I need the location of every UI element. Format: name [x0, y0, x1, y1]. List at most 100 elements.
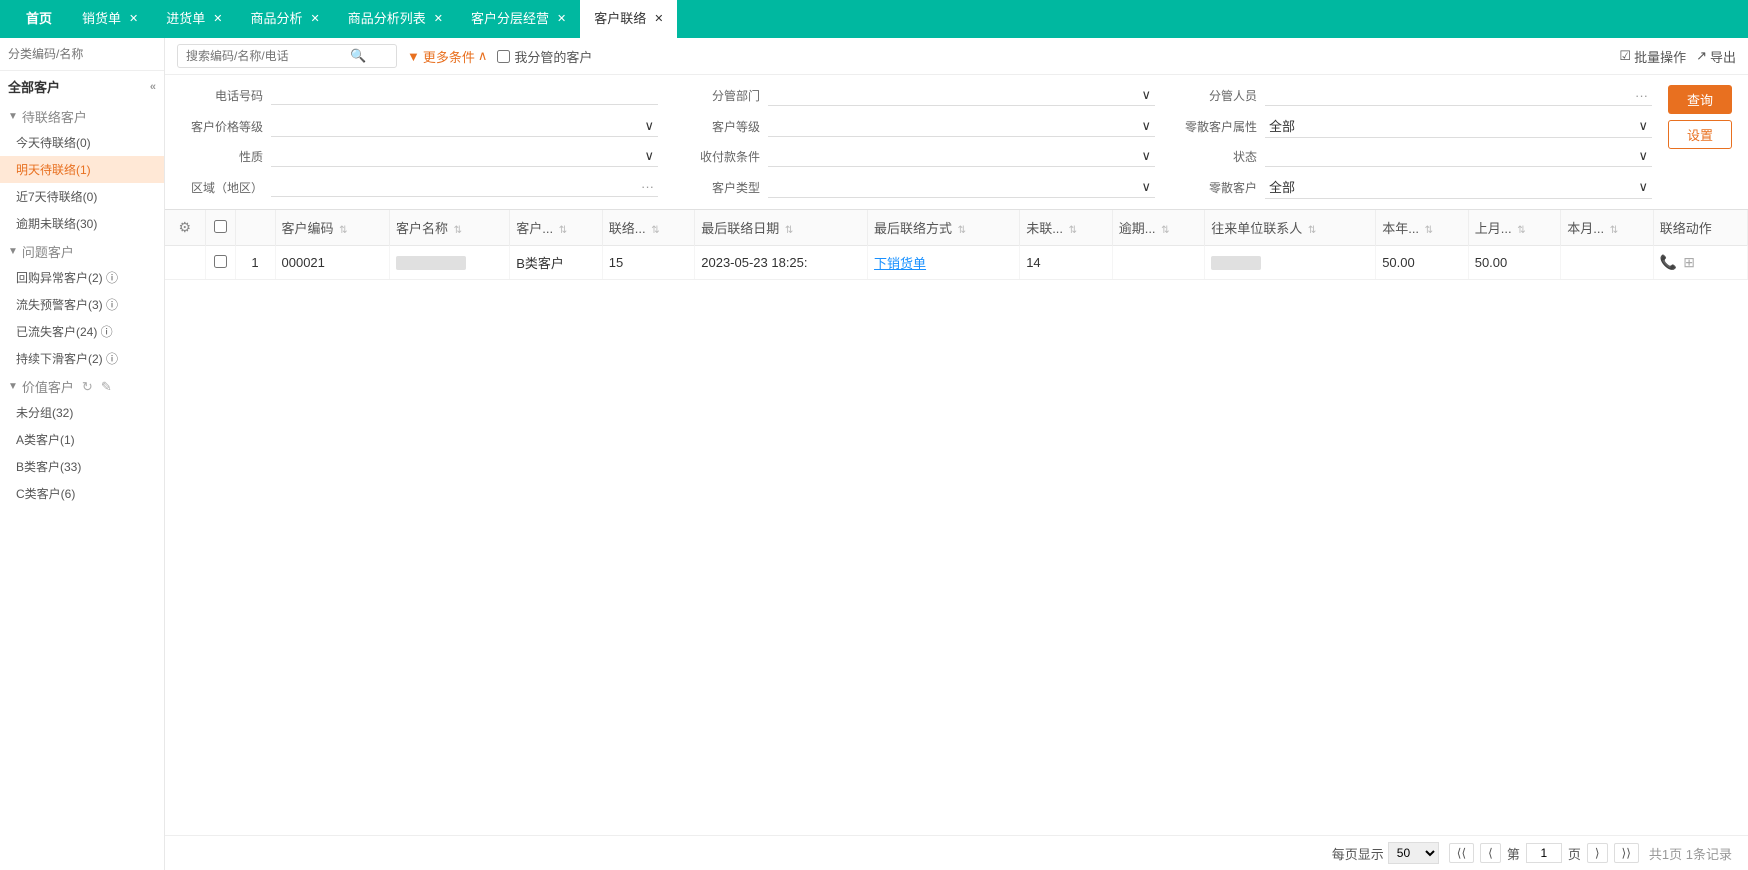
dept-chevron-icon: ∨ — [1141, 87, 1151, 103]
filter-phone-input[interactable] — [275, 88, 654, 102]
row-checkbox[interactable] — [214, 255, 227, 268]
prev-page-button[interactable]: ⟨ — [1480, 843, 1501, 863]
filter-status-select[interactable]: ∨ — [1265, 146, 1652, 167]
filter-payment-select[interactable]: ∨ — [768, 146, 1155, 167]
td-last-contact-method[interactable]: 下销货单 — [868, 246, 1020, 280]
filter-region-label: 区域（地区） — [181, 179, 271, 196]
query-button[interactable]: 查询 — [1668, 85, 1732, 114]
th-checkbox[interactable] — [205, 210, 235, 246]
filter-price-level-select[interactable]: ∨ — [271, 116, 658, 137]
filter-customer-type-select[interactable]: ∨ — [768, 177, 1155, 198]
per-page-select[interactable]: 50 100 200 — [1388, 842, 1439, 864]
sidebar-search-container: 🔍 — [0, 38, 164, 71]
my-customer-checkbox[interactable] — [497, 50, 510, 63]
nav-home[interactable]: 首页 — [10, 0, 68, 38]
last-page-button[interactable]: ⟩⟩ — [1614, 843, 1639, 863]
close-product-analysis-list-icon[interactable]: ✕ — [434, 0, 443, 38]
td-last-month: 50.00 — [1468, 246, 1561, 280]
last-date-sort-icon[interactable]: ⇅ — [785, 225, 793, 236]
td-unit-contacts — [1205, 246, 1376, 280]
td-last-contact-date: 2023-05-23 18:25: — [695, 246, 868, 280]
td-checkbox[interactable] — [205, 246, 235, 280]
batch-op-checkbox-icon: ☑ — [1619, 48, 1631, 64]
filter-nature-select[interactable]: ∨ — [271, 146, 658, 167]
settings-button[interactable]: 设置 — [1668, 120, 1732, 149]
close-purchase-icon[interactable]: ✕ — [213, 0, 222, 38]
filter-retail-attr: 零散客户属性 全部 ∨ — [1175, 114, 1652, 138]
sidebar-item-declining[interactable]: 持续下滑客户(2) ⓘ — [0, 345, 164, 372]
nature-chevron-icon: ∨ — [644, 148, 654, 164]
nav-product-analysis-list[interactable]: 商品分析列表 ✕ — [334, 0, 457, 38]
customers-table: ⚙ 客户编码 ⇅ 客户名称 ⇅ — [165, 210, 1748, 280]
sidebar-item-today[interactable]: 今天待联络(0) — [0, 129, 164, 156]
filter-right-actions: ☑ 批量操作 ↗ 导出 — [1619, 47, 1736, 66]
td-index: 1 — [235, 246, 275, 280]
export-button[interactable]: ↗ 导出 — [1696, 47, 1736, 66]
sidebar-item-repurchase-abnormal[interactable]: 回购异常客户(2) ⓘ — [0, 264, 164, 291]
value-edit-icon[interactable]: ✎ — [101, 379, 112, 395]
close-product-analysis-icon[interactable]: ✕ — [311, 0, 320, 38]
th-settings[interactable]: ⚙ — [165, 210, 205, 246]
sidebar-item-overdue[interactable]: 逾期未联络(30) — [0, 210, 164, 237]
filter-bar: 🔍 ▼ 更多条件 ∧ 我分管的客户 ☑ 批量操作 ↗ 导出 — [165, 38, 1748, 75]
first-page-button[interactable]: ⟨⟨ — [1449, 843, 1474, 863]
close-customer-segmentation-icon[interactable]: ✕ — [557, 0, 566, 38]
filter-row-2: 客户价格等级 ∨ 客户等级 ∨ — [181, 114, 1652, 138]
action-grid-icon[interactable]: ⊞ — [1683, 254, 1695, 271]
th-last-contact-method: 最后联络方式 ⇅ — [868, 210, 1020, 246]
type-sort-icon[interactable]: ⇅ — [559, 225, 567, 236]
filter-customer-level-select[interactable]: ∨ — [768, 116, 1155, 137]
close-sales-icon[interactable]: ✕ — [129, 0, 138, 38]
sidebar-search-input[interactable] — [8, 47, 163, 61]
filter-retail-select[interactable]: 全部 ∨ — [1265, 175, 1652, 199]
sidebar-item-lost[interactable]: 已流失客户(24) ⓘ — [0, 318, 164, 345]
nav-sales[interactable]: 销货单 ✕ — [68, 0, 152, 38]
last-contact-method-link[interactable]: 下销货单 — [874, 256, 926, 271]
filter-retail-attr-select[interactable]: 全部 ∨ — [1265, 114, 1652, 138]
action-phone-icon[interactable]: 📞 — [1660, 254, 1677, 271]
page-label: 第 — [1507, 844, 1520, 863]
nav-product-analysis[interactable]: 商品分析 ✕ — [236, 0, 333, 38]
filter-person-dots[interactable]: ··· — [1265, 86, 1652, 106]
sidebar-item-class-b[interactable]: B类客户(33) — [0, 453, 164, 480]
filter-phone-control[interactable] — [271, 86, 658, 105]
unit-contacts-sort-icon[interactable]: ⇅ — [1308, 225, 1316, 236]
filter-dept-select[interactable]: ∨ — [768, 85, 1155, 106]
page-number-input[interactable] — [1526, 843, 1562, 863]
sidebar-item-week[interactable]: 近7天待联络(0) — [0, 183, 164, 210]
overdue-sort-icon[interactable]: ⇅ — [1161, 225, 1169, 236]
last-method-sort-icon[interactable]: ⇅ — [958, 225, 966, 236]
filter-search-input[interactable] — [186, 49, 346, 63]
sidebar-item-tomorrow[interactable]: 明天待联络(1) — [0, 156, 164, 183]
filter-icon: ▼ — [407, 49, 420, 64]
sidebar-item-unclassified[interactable]: 未分组(32) — [0, 399, 164, 426]
sidebar-item-lost-risk[interactable]: 流失预警客户(3) ⓘ — [0, 291, 164, 318]
table-settings-icon[interactable]: ⚙ — [178, 219, 191, 235]
my-customer-filter[interactable]: 我分管的客户 — [497, 47, 592, 66]
filter-region-dots[interactable]: ··· — [271, 177, 658, 197]
sidebar-item-class-c[interactable]: C类客户(6) — [0, 480, 164, 507]
filter-more-button[interactable]: ▼ 更多条件 ∧ — [407, 47, 487, 66]
region-dots-icon: ··· — [641, 179, 654, 194]
contacts-sort-icon[interactable]: ⇅ — [651, 225, 659, 236]
price-level-chevron-icon: ∨ — [644, 118, 654, 134]
this-year-sort-icon[interactable]: ⇅ — [1425, 225, 1433, 236]
batch-op-button[interactable]: ☑ 批量操作 — [1619, 47, 1686, 66]
name-sort-icon[interactable]: ⇅ — [454, 225, 462, 236]
this-month-sort-icon[interactable]: ⇅ — [1610, 225, 1618, 236]
select-all-checkbox[interactable] — [214, 220, 227, 233]
nav-purchase[interactable]: 进货单 ✕ — [152, 0, 236, 38]
close-customer-contact-icon[interactable]: ✕ — [654, 0, 663, 38]
all-customers-header[interactable]: 全部客户 « — [0, 71, 164, 102]
not-contacted-sort-icon[interactable]: ⇅ — [1069, 225, 1077, 236]
last-month-sort-icon[interactable]: ⇅ — [1517, 225, 1525, 236]
filter-search-icon[interactable]: 🔍 — [350, 48, 366, 64]
code-sort-icon[interactable]: ⇅ — [339, 225, 347, 236]
nav-customer-contact[interactable]: 客户联络 ✕ — [580, 0, 677, 38]
value-refresh-icon[interactable]: ↻ — [82, 379, 93, 395]
filter-payment-label: 收付款条件 — [678, 148, 768, 165]
nav-customer-segmentation[interactable]: 客户分层经营 ✕ — [457, 0, 580, 38]
next-page-button[interactable]: ⟩ — [1587, 843, 1608, 863]
td-this-month — [1561, 246, 1654, 280]
sidebar-item-class-a[interactable]: A类客户(1) — [0, 426, 164, 453]
